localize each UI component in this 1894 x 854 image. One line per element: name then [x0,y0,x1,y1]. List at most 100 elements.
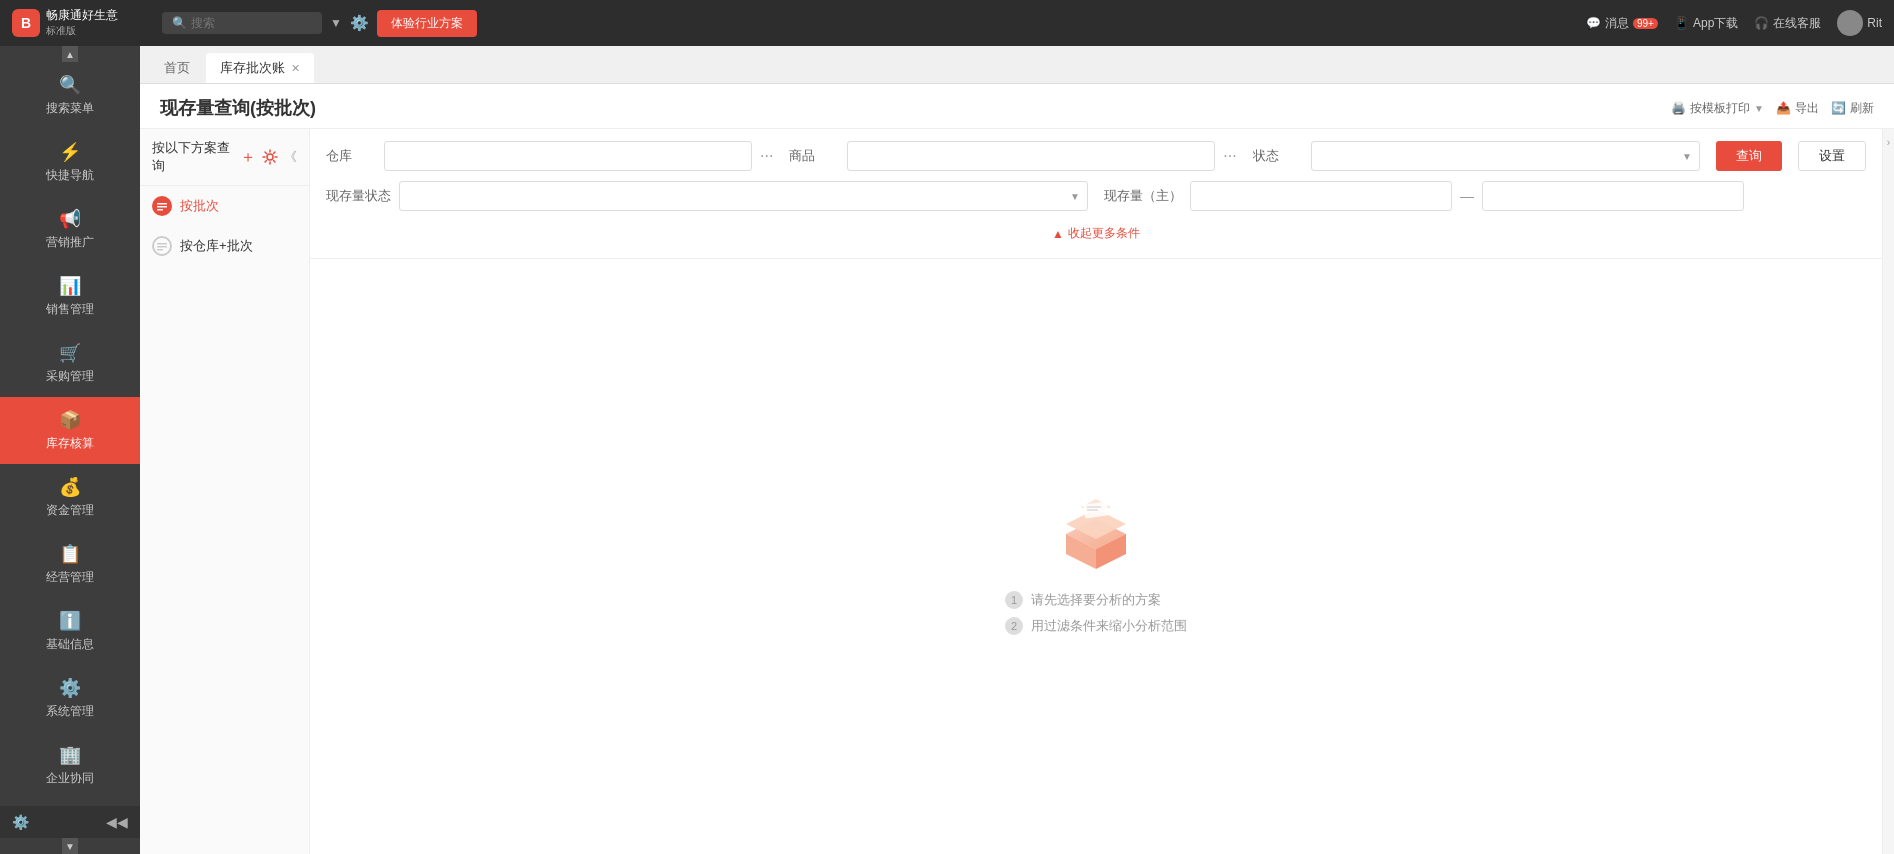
status-label: 状态 [1253,147,1303,165]
sidebar-label-enterprise: 企业协同 [46,770,94,787]
print-dropdown-icon[interactable]: ▼ [1754,103,1764,114]
dropdown-icon[interactable]: ▼ [330,16,342,30]
page-header: 现存量查询(按批次) 🖨️ 按模板打印 ▼ 📤 导出 🔄 刷新 [140,84,1894,129]
message-icon: 💬 [1586,16,1601,30]
stock-status-select[interactable]: 有库存 无库存 全部 [399,181,1088,211]
left-panel-header-actions: ＋ 《 [240,147,297,168]
svg-rect-1 [157,203,167,205]
add-scheme-btn[interactable]: ＋ [240,147,256,168]
messages-btn[interactable]: 💬 消息 99+ [1586,15,1658,32]
search-input[interactable] [191,16,291,30]
scheme-settings-btn[interactable] [262,149,278,165]
content-area: 首页 库存批次账 ✕ 现存量查询(按批次) 🖨️ 按模板打印 ▼ � [140,46,1894,854]
sidebar-item-system[interactable]: ⚙️ 系统管理 [0,665,140,732]
search-box[interactable]: 🔍 [162,12,322,34]
filter-settings-btn[interactable]: 设置 [1798,141,1866,171]
logo-area: B 畅康通好生意 标准版 [12,8,152,38]
right-panel-close-btn[interactable]: › [1887,137,1890,148]
experience-btn[interactable]: 体验行业方案 [377,10,477,37]
tab-home-label: 首页 [164,59,190,77]
online-service-btn[interactable]: 🎧 在线客服 [1754,15,1821,32]
warehouse-input[interactable] [384,141,752,171]
filter-area: 仓库 ··· 商品 ··· 状态 [310,129,1882,259]
status-select[interactable]: 正常 禁用 [1311,141,1700,171]
header-actions: 🖨️ 按模板打印 ▼ 📤 导出 🔄 刷新 [1671,100,1874,117]
refresh-btn[interactable]: 🔄 刷新 [1831,100,1874,117]
sidebar: ▲ 🔍 搜索菜单 ⚡ 快捷导航 📢 营销推广 📊 销售管理 🛒 采购管理 [0,46,140,854]
print-icon: 🖨️ [1671,101,1686,115]
collapse-up-icon: ▲ [1052,227,1064,241]
gear-settings-icon [262,149,278,165]
empty-tips: 1 请先选择要分析的方案 2 用过滤条件来缩小分析范围 [1005,591,1187,635]
sidebar-label-basic: 基础信息 [46,636,94,653]
left-panel: 按以下方案查询 ＋ 《 [140,129,310,854]
scroll-down-btn[interactable]: ▼ [62,838,78,854]
finance-icon: 💰 [59,476,81,498]
panel-item-by-warehouse-batch[interactable]: 按仓库+批次 [140,226,309,266]
svg-rect-4 [157,243,167,245]
topbar-center: 🔍 ▼ ⚙️ 体验行业方案 [162,10,1576,37]
left-panel-header: 按以下方案查询 ＋ 《 [140,129,309,186]
user-menu[interactable]: Rit [1837,10,1882,36]
collapse-left-panel-btn[interactable]: 《 [284,148,297,166]
app-version: 标准版 [46,24,118,38]
sidebar-settings-btn[interactable]: ⚙️ [12,814,29,830]
sales-icon: 📊 [59,275,81,297]
stock-main-max-input[interactable] [1482,181,1744,211]
stock-main-min-input[interactable] [1190,181,1452,211]
tip-text-1: 请先选择要分析的方案 [1031,591,1161,609]
main-layout: ▲ 🔍 搜索菜单 ⚡ 快捷导航 📢 营销推广 📊 销售管理 🛒 采购管理 [0,46,1894,854]
right-panel: 仓库 ··· 商品 ··· 状态 [310,129,1882,854]
tab-close-btn[interactable]: ✕ [291,62,300,75]
active-scheme-icon [152,196,172,216]
sidebar-item-purchase[interactable]: 🛒 采购管理 [0,330,140,397]
sidebar-label-finance: 资金管理 [46,502,94,519]
system-icon: ⚙️ [59,677,81,699]
sidebar-collapse-btn[interactable]: ◀◀ [106,814,128,830]
sidebar-item-finance[interactable]: 💰 资金管理 [0,464,140,531]
app-download-btn[interactable]: 📱 App下载 [1674,15,1738,32]
sidebar-label-sales: 销售管理 [46,301,94,318]
export-btn[interactable]: 📤 导出 [1776,100,1819,117]
stock-status-select-wrapper: 有库存 无库存 全部 ▼ [399,181,1088,211]
sidebar-label-purchase: 采购管理 [46,368,94,385]
collapse-more-btn[interactable]: ▲ 收起更多条件 [1048,221,1144,246]
tab-inventory-batch[interactable]: 库存批次账 ✕ [206,53,314,83]
stock-main-separator: — [1460,188,1474,204]
messages-badge: 99+ [1633,18,1658,29]
svg-rect-5 [157,246,167,248]
sidebar-label-shortcut: 快捷导航 [46,167,94,184]
sidebar-item-shortcut[interactable]: ⚡ 快捷导航 [0,129,140,196]
sidebar-item-basic[interactable]: ℹ️ 基础信息 [0,598,140,665]
panel-item-by-batch[interactable]: 按批次 [140,186,309,226]
product-more-btn[interactable]: ··· [1223,147,1236,165]
sidebar-item-inventory[interactable]: 📦 库存核算 [0,397,140,464]
settings-gear-btn[interactable]: ⚙️ [350,14,369,32]
sidebar-item-newbie[interactable]: 🎯 新手引导 [0,799,140,806]
page-content: 现存量查询(按批次) 🖨️ 按模板打印 ▼ 📤 导出 🔄 刷新 [140,84,1894,854]
svg-rect-2 [157,206,167,208]
sidebar-item-sales[interactable]: 📊 销售管理 [0,263,140,330]
print-btn[interactable]: 🖨️ 按模板打印 ▼ [1671,100,1764,117]
panel-label-by-batch: 按批次 [180,197,219,215]
sidebar-item-marketing[interactable]: 📢 营销推广 [0,196,140,263]
warehouse-more-btn[interactable]: ··· [760,147,773,165]
product-input[interactable] [847,141,1215,171]
filter-row-2: 现存量状态 有库存 无库存 全部 ▼ [326,181,1866,211]
tab-home[interactable]: 首页 [150,53,204,83]
sidebar-item-search[interactable]: 🔍 搜索菜单 [0,62,140,129]
refresh-icon: 🔄 [1831,101,1846,115]
query-btn[interactable]: 查询 [1716,141,1782,171]
headset-icon: 🎧 [1754,16,1769,30]
filter-row-1: 仓库 ··· 商品 ··· 状态 [326,141,1866,171]
sidebar-item-enterprise[interactable]: 🏢 企业协同 [0,732,140,799]
sidebar-label-system: 系统管理 [46,703,94,720]
tab-inventory-batch-label: 库存批次账 [220,59,285,77]
scroll-up-area: ▲ [0,46,140,62]
top-bar: B 畅康通好生意 标准版 🔍 ▼ ⚙️ 体验行业方案 💬 消息 99+ 📱 Ap… [0,0,1894,46]
sidebar-item-operations[interactable]: 📋 经营管理 [0,531,140,598]
panel-label-by-warehouse-batch: 按仓库+批次 [180,237,253,255]
svg-rect-3 [157,209,163,211]
tip-text-2: 用过滤条件来缩小分析范围 [1031,617,1187,635]
scroll-up-btn[interactable]: ▲ [62,46,78,62]
